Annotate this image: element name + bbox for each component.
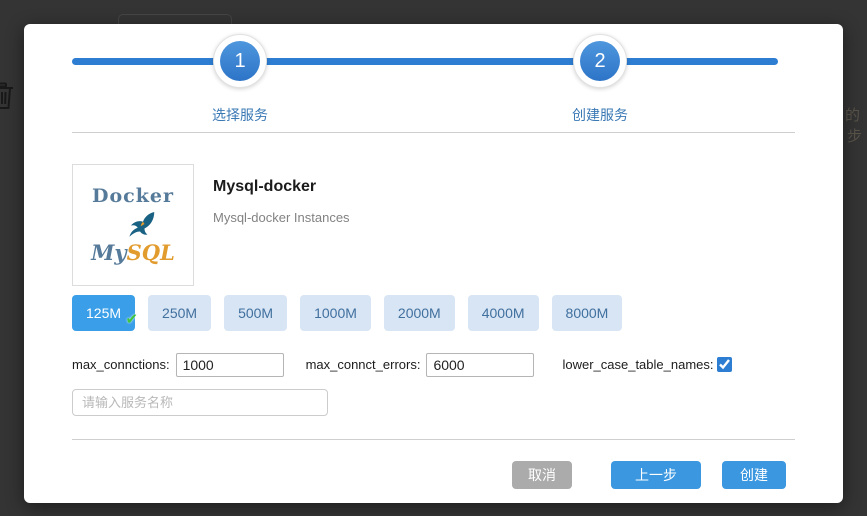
memory-option-125m[interactable]: 125M ✔ [72,295,138,331]
create-button[interactable]: 创建 [722,461,786,489]
step-2-number: 2 [580,41,620,81]
selected-check-icon: ✔ [125,311,139,328]
memory-option-2000m[interactable]: 2000M [383,295,455,331]
max-connections-input[interactable] [175,352,284,377]
memory-option-500m[interactable]: 500M [224,295,288,331]
footer-divider [72,439,795,440]
footer-actions: 取消 上一步 创建 [24,461,786,489]
memory-option-8000m[interactable]: 8000M [551,295,623,331]
screen: 的 步 1 选择服务 2 创建服务 Docker MySQL Mysql-doc… [0,0,867,516]
memory-option-250m[interactable]: 250M [148,295,212,331]
lower-case-table-names-label: lower_case_table_names: [562,357,714,372]
cancel-button[interactable]: 取消 [512,461,572,489]
step-1-circle: 1 [213,34,267,88]
create-service-modal: 1 选择服务 2 创建服务 Docker MySQL Mysql-docker … [24,24,843,503]
step-wizard: 1 选择服务 2 创建服务 [24,24,843,132]
mysql-dolphin-icon [120,209,160,244]
service-name-input[interactable] [72,389,328,416]
docker-logo-text: Docker [92,185,174,207]
mysql-docker-logo: Docker MySQL [72,164,194,286]
background-partial-text-bottom: 步 [847,128,863,145]
memory-option-1000m[interactable]: 1000M [300,295,371,331]
service-text: Mysql-docker Mysql-docker Instances [213,164,350,286]
header-divider [72,132,795,133]
service-name-row [72,389,795,416]
step-1-number: 1 [220,41,260,81]
service-title: Mysql-docker [213,178,317,195]
step-1: 1 选择服务 [212,34,268,125]
mysql-logo-text: MySQL [91,240,175,265]
step-1-label: 选择服务 [212,107,268,123]
background-partial-text-top: 的 [845,107,861,124]
service-subtitle: Mysql-docker Instances [213,210,350,225]
step-2: 2 创建服务 [572,34,628,125]
trash-icon [0,82,15,115]
progress-bar [72,58,778,65]
step-2-label: 创建服务 [572,107,628,123]
parameters-row: max_connctions: max_connct_errors: lower… [72,352,795,377]
memory-option-4000m[interactable]: 4000M [467,295,539,331]
max-connections-label: max_connctions: [72,357,170,372]
lower-case-table-names-checkbox[interactable] [716,357,732,372]
max-connect-errors-label: max_connct_errors: [305,357,421,372]
step-2-circle: 2 [573,34,627,88]
service-info: Docker MySQL Mysql-docker Mysql-docker I… [72,164,795,286]
memory-options: 125M ✔ 250M 500M 1000M 2000M 4000M 8000M [72,295,795,331]
max-connect-errors-input[interactable] [426,352,535,377]
previous-step-button[interactable]: 上一步 [611,461,701,489]
